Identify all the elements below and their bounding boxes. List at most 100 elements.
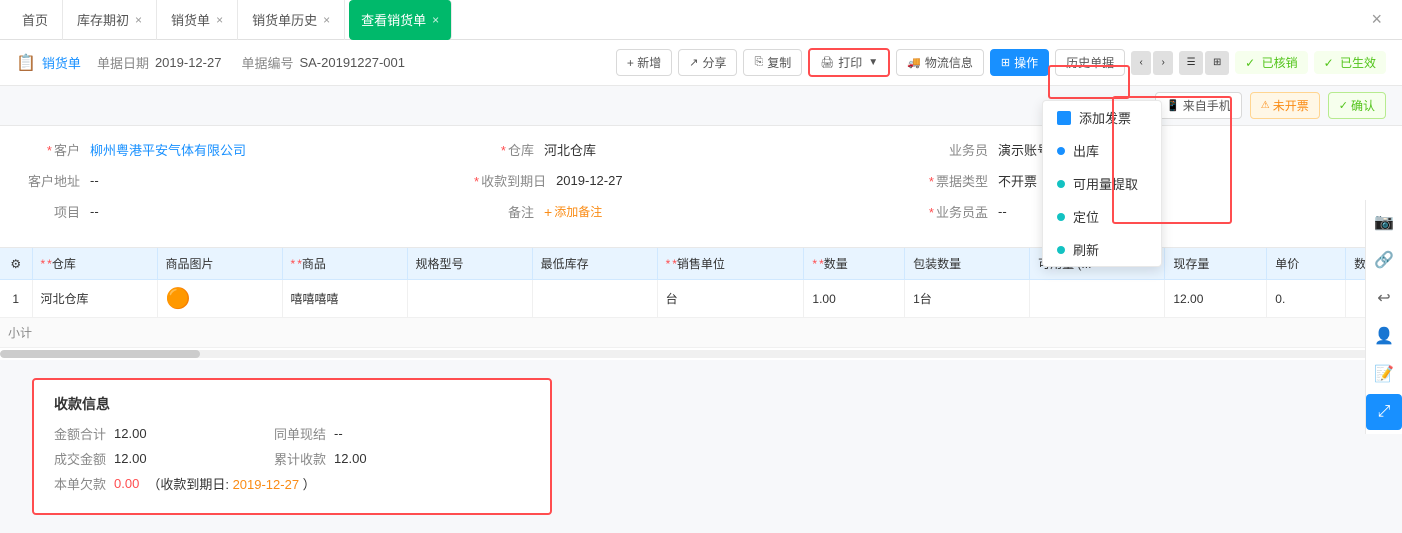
sidebar-user-icon[interactable]: 👤 — [1366, 318, 1402, 354]
tab-inventory-close[interactable]: × — [135, 13, 142, 27]
th-current-stock: 现存量 — [1165, 248, 1267, 280]
copy-button-label: 复制 — [767, 54, 791, 71]
td-min-stock — [532, 280, 657, 318]
dropdown-outbound[interactable]: 出库 — [1043, 134, 1161, 167]
tab-view-sales-close[interactable]: × — [432, 13, 439, 27]
add-remark-button[interactable]: + 添加备注 — [544, 203, 602, 220]
nav-next-button[interactable]: › — [1153, 51, 1173, 75]
amount-total-item: 金额合计 12.00 — [54, 424, 234, 443]
tab-history[interactable]: 销货单历史 × — [238, 0, 345, 40]
warehouse-label: 仓库 — [474, 140, 534, 159]
view-grid-button[interactable]: ⊞ — [1205, 51, 1229, 75]
customer-label: 客户 — [20, 140, 80, 159]
doc-type-label: 销货单 — [42, 53, 81, 72]
address-label: 客户地址 — [20, 171, 80, 190]
sidebar-note-icon[interactable]: 📝 — [1366, 356, 1402, 392]
copy-button[interactable]: ⎘ 复制 — [743, 49, 802, 76]
td-current-stock: 12.00 — [1165, 280, 1267, 318]
doc-meta: 单据日期 2019-12-27 单据编号 SA-20191227-001 — [97, 53, 600, 72]
sidebar-return-icon[interactable]: ↩ — [1366, 280, 1402, 316]
dropdown-add-invoice[interactable]: 添加发票 — [1043, 101, 1161, 134]
th-warehouse: *仓库 — [32, 248, 157, 280]
dropdown-locate[interactable]: 定位 — [1043, 200, 1161, 233]
available-qty-icon — [1057, 180, 1065, 188]
add-invoice-label: 添加发票 — [1079, 108, 1131, 127]
toolbar-right: + 新增 ↗ 分享 ⎘ 复制 🖨 打印 ▼ 🚚 物流信息 ⊞ 操作 历史单据 ‹… — [616, 48, 1386, 77]
refresh-label: 刷新 — [1073, 240, 1099, 259]
available-qty-label: 可用量提取 — [1073, 174, 1138, 193]
address-value: -- — [90, 173, 99, 188]
action-bar: 📱 来自手机 ⚠ 未开票 ✓ 确认 — [0, 86, 1402, 126]
tab-history-close[interactable]: × — [323, 13, 330, 27]
horizontal-scrollbar[interactable] — [0, 350, 1402, 358]
sidebar-expand-icon[interactable]: ⤢ — [1366, 394, 1402, 430]
table-header-row: ⚙ *仓库 商品图片 *商品 规格型号 最低库存 *销售单位 *数量 包装数量 … — [0, 248, 1402, 280]
operation-button-label: 操作 — [1014, 54, 1038, 71]
not-open-label: 未开票 — [1273, 97, 1309, 114]
effective-badge: ✓ 已生效 — [1314, 51, 1386, 74]
th-settings[interactable]: ⚙ — [0, 248, 32, 280]
operation-dropdown: 添加发票 出库 可用量提取 定位 刷新 — [1042, 100, 1162, 267]
doc-number-label: 单据编号 — [241, 53, 293, 72]
remarks-label: 备注 — [474, 202, 534, 221]
operation-button[interactable]: ⊞ 操作 — [990, 49, 1049, 76]
tab-sales-close[interactable]: × — [216, 13, 223, 27]
print-button[interactable]: 🖨 打印 ▼ — [808, 48, 890, 77]
confirm-button[interactable]: ✓ 确认 — [1328, 92, 1386, 119]
warehouse-value: 河北仓库 — [544, 140, 596, 159]
tab-view-sales[interactable]: 查看销货单 × — [349, 0, 452, 40]
tab-sales[interactable]: 销货单 × — [157, 0, 238, 40]
refresh-icon — [1057, 246, 1065, 254]
new-button[interactable]: + 新增 — [616, 49, 672, 76]
not-open-button[interactable]: ⚠ 未开票 — [1250, 92, 1320, 119]
product-table: ⚙ *仓库 商品图片 *商品 规格型号 最低库存 *销售单位 *数量 包装数量 … — [0, 248, 1402, 348]
th-spec: 规格型号 — [407, 248, 532, 280]
view-single-button[interactable]: ☰ — [1179, 51, 1203, 75]
doc-date-item: 单据日期 2019-12-27 — [97, 53, 222, 72]
tab-inventory[interactable]: 库存期初 × — [63, 0, 157, 40]
history-button[interactable]: 历史单据 — [1055, 49, 1125, 76]
table-row: 1 河北仓库 🟠 嘻嘻嘻嘻 台 1.00 1台 12.00 0. — [0, 280, 1402, 318]
project-label: 项目 — [20, 202, 80, 221]
form-row-1: 客户 柳州粤港平安气体有限公司 仓库 河北仓库 业务员 演示账号 — [20, 140, 1382, 159]
td-warehouse: 河北仓库 — [32, 280, 157, 318]
td-spec — [407, 280, 532, 318]
tab-sales-label: 销货单 — [171, 10, 210, 29]
sales-label: 业务员盂 — [928, 202, 988, 221]
current-due-item: 本单欠款 0.00 （收款到期日: 2019-12-27 ） — [54, 474, 454, 493]
th-product: *商品 — [282, 248, 407, 280]
project-field: 项目 -- — [20, 202, 474, 221]
tab-home[interactable]: 首页 — [8, 0, 63, 40]
outbound-icon — [1057, 147, 1065, 155]
form-row-3: 项目 -- 备注 + 添加备注 业务员盂 -- — [20, 202, 1382, 221]
subtotal-row: 小计 — [0, 318, 1402, 348]
payment-title: 收款信息 — [54, 394, 530, 414]
logistics-button-label: 物流信息 — [925, 54, 973, 71]
td-no: 1 — [0, 280, 32, 318]
outbound-label: 出库 — [1073, 141, 1099, 160]
sidebar-camera-icon[interactable]: 📷 — [1366, 204, 1402, 240]
from-phone-label: 来自手机 — [1183, 97, 1231, 114]
due-date-note: （收款到期日: 2019-12-27 ） — [147, 474, 315, 493]
locate-label: 定位 — [1073, 207, 1099, 226]
td-unit-price: 0. — [1267, 280, 1346, 318]
logistics-button[interactable]: 🚚 物流信息 — [896, 49, 984, 76]
ticket-type-value: 不开票 — [998, 171, 1037, 190]
product-image-icon: 🟠 — [166, 288, 191, 310]
from-phone-button[interactable]: 📱 来自手机 — [1155, 92, 1242, 119]
doc-number-value: SA-20191227-001 — [299, 55, 405, 70]
nav-prev-button[interactable]: ‹ — [1131, 51, 1151, 75]
tab-inventory-label: 库存期初 — [77, 10, 129, 29]
form-area: 客户 柳州粤港平安气体有限公司 仓库 河北仓库 业务员 演示账号 客户地址 --… — [0, 126, 1402, 247]
current-due-value: 0.00 — [114, 476, 139, 491]
sidebar-link-icon[interactable]: 🔗 — [1366, 242, 1402, 278]
dropdown-available-qty[interactable]: 可用量提取 — [1043, 167, 1161, 200]
share-button[interactable]: ↗ 分享 — [678, 49, 737, 76]
th-unit-price: 单价 — [1267, 248, 1346, 280]
window-close-button[interactable]: × — [1359, 9, 1394, 30]
scrollbar-thumb[interactable] — [0, 350, 200, 358]
dropdown-refresh[interactable]: 刷新 — [1043, 233, 1161, 266]
address-field: 客户地址 -- — [20, 171, 474, 190]
th-image: 商品图片 — [157, 248, 282, 280]
customer-value[interactable]: 柳州粤港平安气体有限公司 — [90, 140, 246, 159]
